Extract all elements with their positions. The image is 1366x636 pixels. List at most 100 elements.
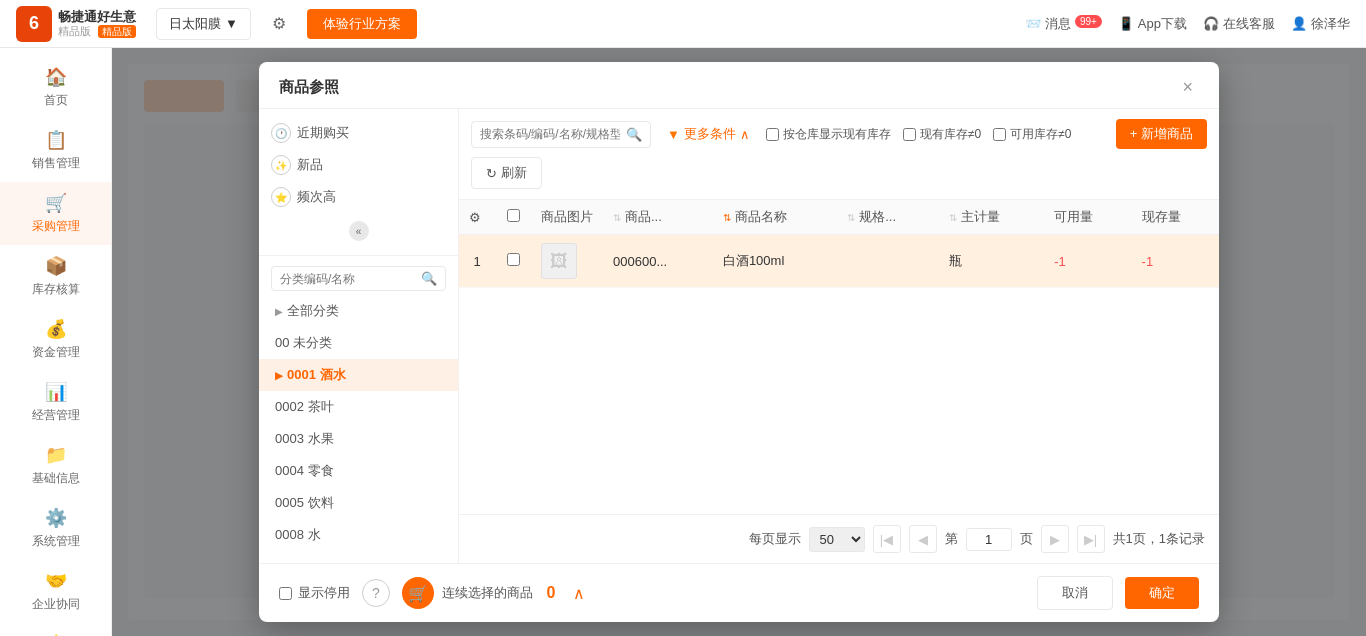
modal-body: 🕐 近期购买 ✨ 新品 ⭐ 频次高 « <box>259 109 1219 563</box>
sidebar-item-inventory[interactable]: 📦 库存核算 <box>0 245 111 308</box>
product-search-input[interactable] <box>480 127 620 141</box>
th-name[interactable]: ⇅ 商品名称 <box>713 200 837 235</box>
sidebar: 🏠 首页 📋 销售管理 🛒 采购管理 📦 库存核算 💰 资金管理 📊 经营管理 … <box>0 48 112 636</box>
headset-icon: 🎧 <box>1203 16 1219 31</box>
messages-btn[interactable]: 📨 消息 99+ <box>1025 15 1102 33</box>
sales-icon: 📋 <box>45 129 67 151</box>
add-product-btn[interactable]: + 新增商品 <box>1116 119 1207 149</box>
sidebar-item-guide[interactable]: 🌟 新手引导 <box>0 623 111 636</box>
sidebar-item-system[interactable]: ⚙️ 系统管理 <box>0 497 111 560</box>
more-filter-btn[interactable]: ▼ 更多条件 ∧ <box>659 121 758 147</box>
cart-icon: 🛒 <box>402 577 434 609</box>
quick-item-frequent[interactable]: ⭐ 频次高 <box>259 181 458 213</box>
filter-label: 更多条件 <box>684 125 736 143</box>
page-size-label: 每页显示 <box>749 530 801 548</box>
category-liquor[interactable]: ▶ 0001 酒水 <box>259 359 458 391</box>
edition-badge: 精品版 <box>98 25 136 38</box>
quick-item-new[interactable]: ✨ 新品 <box>259 149 458 181</box>
filter-arrow-icon: ∧ <box>740 127 750 142</box>
logo-sub: 精品版 精品版 <box>58 25 136 38</box>
sort-arrow-code: ⇅ <box>613 212 621 223</box>
show-disabled-checkbox[interactable] <box>279 587 292 600</box>
sidebar-item-operations[interactable]: 📊 经营管理 <box>0 371 111 434</box>
app-download-btn[interactable]: 📱 App下载 <box>1118 15 1187 33</box>
toolbar: 🔍 ▼ 更多条件 ∧ 按仓库显示现有库存 <box>459 109 1219 200</box>
sidebar-item-collab[interactable]: 🤝 企业协同 <box>0 560 111 623</box>
left-panel-collapse-btn[interactable]: « <box>349 221 369 241</box>
th-spec[interactable]: ⇅ 规格... <box>837 200 939 235</box>
last-page-btn[interactable]: ▶| <box>1077 525 1105 553</box>
logo-main: 畅捷通好生意 <box>58 9 136 25</box>
pagination-bar: 每页显示 50 10 20 100 |◀ ◀ 第 页 <box>459 514 1219 563</box>
th-check[interactable] <box>495 200 531 235</box>
first-page-btn[interactable]: |◀ <box>873 525 901 553</box>
product-search-icon[interactable]: 🔍 <box>626 127 642 142</box>
th-unit[interactable]: ⇅ 主计量 <box>939 200 1044 235</box>
product-search-box: 🔍 <box>471 121 651 148</box>
modal-close-btn[interactable]: × <box>1176 76 1199 98</box>
checkbox-stock-label[interactable]: 现有库存≠0 <box>903 126 981 143</box>
category-all[interactable]: ▶ 全部分类 <box>259 295 458 327</box>
show-disabled-label[interactable]: 显示停用 <box>279 584 350 602</box>
sidebar-label: 经营管理 <box>32 407 80 424</box>
dropdown-arrow: ▼ <box>225 16 238 31</box>
confirm-btn[interactable]: 确定 <box>1125 577 1199 609</box>
footer-collapse-btn[interactable]: ∧ <box>573 584 585 603</box>
category-unclassified[interactable]: 00 未分类 <box>259 327 458 359</box>
checkbox-available[interactable] <box>993 128 1006 141</box>
page-label: 第 <box>945 530 958 548</box>
sidebar-label: 系统管理 <box>32 533 80 550</box>
page-number-input[interactable] <box>966 528 1012 551</box>
table-row[interactable]: 1 🖼 <box>459 235 1219 288</box>
new-icon: ✨ <box>271 155 291 175</box>
checkbox-warehouse[interactable] <box>766 128 779 141</box>
checkbox-group: 按仓库显示现有库存 现有库存≠0 可用库存≠0 <box>766 126 1072 143</box>
help-btn[interactable]: ? <box>362 579 390 607</box>
category-fruit[interactable]: 0003 水果 <box>259 423 458 455</box>
next-page-btn[interactable]: ▶ <box>1041 525 1069 553</box>
category-water[interactable]: 0008 水 <box>259 519 458 551</box>
prev-page-btn[interactable]: ◀ <box>909 525 937 553</box>
th-stock: 现存量 <box>1132 200 1219 235</box>
online-service-btn[interactable]: 🎧 在线客服 <box>1203 15 1275 33</box>
cell-check[interactable] <box>495 235 531 288</box>
top-nav: 6 畅捷通好生意 精品版 精品版 日太阳膜 ▼ ⚙ 体验行业方案 📨 消息 99… <box>0 0 1366 48</box>
th-code[interactable]: ⇅ 商品... <box>603 200 713 235</box>
cart-area: 🛒 连续选择的商品 0 <box>402 577 561 609</box>
cancel-btn[interactable]: 取消 <box>1037 576 1113 610</box>
row-checkbox[interactable] <box>507 253 520 266</box>
checkbox-stock[interactable] <box>903 128 916 141</box>
modal: 商品参照 × 🕐 近期购买 ✨ 新品 <box>259 62 1219 622</box>
category-tea[interactable]: 0002 茶叶 <box>259 391 458 423</box>
refresh-btn[interactable]: ↻ 刷新 <box>471 157 542 189</box>
phone-icon: 📱 <box>1118 16 1134 31</box>
category-snacks[interactable]: 0004 零食 <box>259 455 458 487</box>
checkbox-warehouse-label[interactable]: 按仓库显示现有库存 <box>766 126 891 143</box>
page-size-select[interactable]: 50 10 20 100 <box>809 527 865 552</box>
sidebar-item-home[interactable]: 🏠 首页 <box>0 56 111 119</box>
user-avatar[interactable]: 👤 徐泽华 <box>1291 15 1350 33</box>
checkbox-available-label[interactable]: 可用库存≠0 <box>993 126 1071 143</box>
cell-image: 🖼 <box>531 235 603 288</box>
cell-unit: 瓶 <box>939 235 1044 288</box>
sidebar-label: 资金管理 <box>32 344 80 361</box>
category-search-icon[interactable]: 🔍 <box>421 271 437 286</box>
sidebar-label: 库存核算 <box>32 281 80 298</box>
nav-right: 📨 消息 99+ 📱 App下载 🎧 在线客服 👤 徐泽华 <box>1025 15 1350 33</box>
select-all-checkbox[interactable] <box>507 209 520 222</box>
sidebar-label: 销售管理 <box>32 155 80 172</box>
sidebar-item-sales[interactable]: 📋 销售管理 <box>0 119 111 182</box>
quick-item-recent[interactable]: 🕐 近期购买 <box>259 117 458 149</box>
sidebar-item-finance[interactable]: 💰 资金管理 <box>0 308 111 371</box>
category-appliances[interactable]: 0010 家电 <box>259 551 458 555</box>
product-image: 🖼 <box>541 243 577 279</box>
category-search-input[interactable] <box>280 272 417 286</box>
th-settings[interactable]: ⚙ <box>459 200 495 235</box>
settings-gear[interactable]: ⚙ <box>263 8 295 40</box>
category-drinks[interactable]: 0005 饮料 <box>259 487 458 519</box>
experience-btn[interactable]: 体验行业方案 <box>307 9 417 39</box>
sidebar-label: 采购管理 <box>32 218 80 235</box>
sidebar-item-basic-info[interactable]: 📁 基础信息 <box>0 434 111 497</box>
sidebar-item-purchase[interactable]: 🛒 采购管理 <box>0 182 111 245</box>
store-selector[interactable]: 日太阳膜 ▼ <box>156 8 251 40</box>
